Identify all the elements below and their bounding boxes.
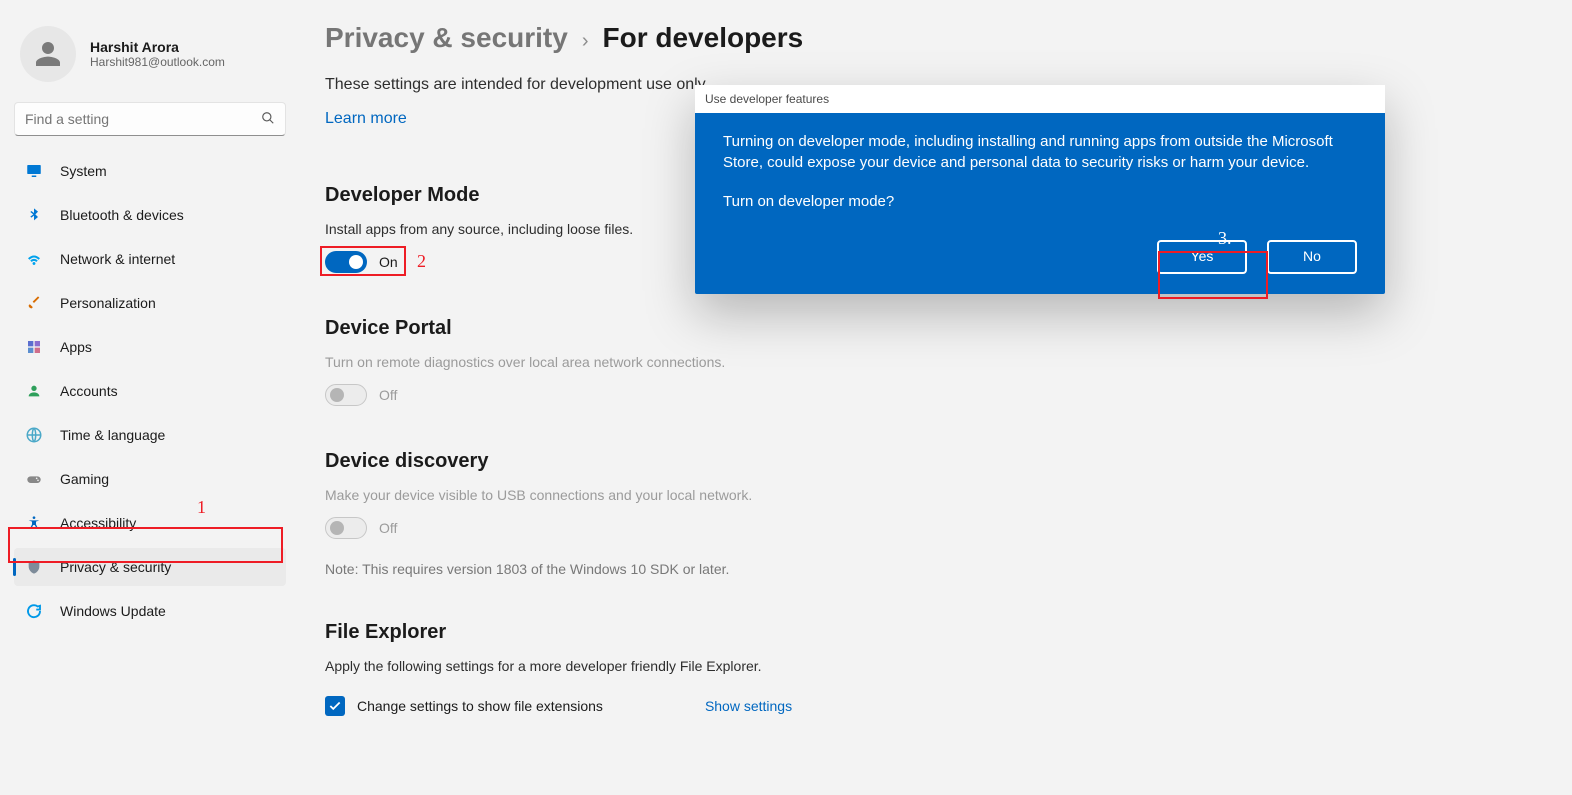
- wifi-icon: [24, 249, 44, 269]
- shield-icon: [24, 557, 44, 577]
- device-portal-toggle-row: Off: [325, 384, 1385, 406]
- section-title: File Explorer: [325, 621, 1385, 644]
- brush-icon: [24, 293, 44, 313]
- sidebar-item-time-language[interactable]: Time & language: [14, 416, 286, 454]
- file-ext-checkbox[interactable]: [325, 696, 345, 716]
- accessibility-icon: [24, 513, 44, 533]
- device-portal-toggle[interactable]: [325, 384, 367, 406]
- device-discovery-toggle[interactable]: [325, 517, 367, 539]
- learn-more-link[interactable]: Learn more: [325, 110, 407, 128]
- checkbox-label: Change settings to show file extensions: [357, 698, 603, 714]
- sidebar-item-label: Privacy & security: [60, 559, 171, 575]
- bluetooth-icon: [24, 205, 44, 225]
- dev-features-dialog: Use developer features Turning on develo…: [695, 85, 1385, 294]
- sidebar-item-windows-update[interactable]: Windows Update: [14, 592, 286, 630]
- dialog-body: Turning on developer mode, including ins…: [695, 113, 1385, 294]
- annotation-label-1: 1: [197, 497, 206, 518]
- section-device-discovery: Device discovery Make your device visibl…: [325, 450, 1385, 577]
- globe-icon: [24, 425, 44, 445]
- apps-icon: [24, 337, 44, 357]
- sidebar-item-apps[interactable]: Apps: [14, 328, 286, 366]
- sidebar-item-system[interactable]: System: [14, 152, 286, 190]
- dev-mode-toggle[interactable]: [325, 251, 367, 273]
- toggle-state-label: Off: [379, 520, 397, 536]
- search-box[interactable]: [14, 102, 286, 136]
- search-icon: [261, 111, 275, 128]
- sidebar-item-label: Bluetooth & devices: [60, 207, 184, 223]
- section-note: Note: This requires version 1803 of the …: [325, 561, 1385, 577]
- sidebar-item-label: Gaming: [60, 471, 109, 487]
- sidebar: Harshit Arora Harshit981@outlook.com Sys…: [0, 0, 300, 795]
- dialog-text-1: Turning on developer mode, including ins…: [723, 131, 1357, 173]
- annotation-label-2: 2: [417, 251, 426, 272]
- sidebar-item-label: Windows Update: [60, 603, 166, 619]
- avatar: [20, 26, 76, 82]
- section-file-explorer: File Explorer Apply the following settin…: [325, 621, 1385, 716]
- sidebar-item-label: Personalization: [60, 295, 156, 311]
- breadcrumb-current: For developers: [602, 22, 803, 54]
- profile-block[interactable]: Harshit Arora Harshit981@outlook.com: [14, 20, 286, 98]
- dialog-text-2: Turn on developer mode?: [723, 191, 1357, 212]
- sidebar-item-personalization[interactable]: Personalization: [14, 284, 286, 322]
- section-title: Device Portal: [325, 317, 1385, 340]
- sidebar-item-accounts[interactable]: Accounts: [14, 372, 286, 410]
- device-discovery-toggle-row: Off: [325, 517, 1385, 539]
- profile-name: Harshit Arora: [90, 39, 225, 55]
- section-title: Device discovery: [325, 450, 1385, 473]
- display-icon: [24, 161, 44, 181]
- section-subtitle: Make your device visible to USB connecti…: [325, 487, 1385, 503]
- gaming-icon: [24, 469, 44, 489]
- dialog-yes-button[interactable]: Yes: [1157, 240, 1247, 274]
- file-ext-row: Change settings to show file extensions …: [325, 696, 1385, 716]
- sidebar-item-privacy-security[interactable]: Privacy & security: [14, 548, 286, 586]
- annotation-label-3: 3.: [1218, 228, 1232, 249]
- update-icon: [24, 601, 44, 621]
- breadcrumb: Privacy & security › For developers: [325, 22, 1385, 54]
- sidebar-item-gaming[interactable]: Gaming: [14, 460, 286, 498]
- nav-list: System Bluetooth & devices Network & inter…: [14, 152, 286, 630]
- toggle-state-label: Off: [379, 387, 397, 403]
- search-input[interactable]: [25, 111, 261, 127]
- sidebar-item-label: Network & internet: [60, 251, 175, 267]
- chevron-right-icon: ›: [582, 30, 589, 53]
- sidebar-item-bluetooth-devices[interactable]: Bluetooth & devices: [14, 196, 286, 234]
- person-icon: [32, 38, 64, 70]
- sidebar-item-network-internet[interactable]: Network & internet: [14, 240, 286, 278]
- sidebar-item-label: System: [60, 163, 107, 179]
- breadcrumb-parent[interactable]: Privacy & security: [325, 22, 568, 54]
- dialog-title-bar: Use developer features: [695, 85, 1385, 113]
- dialog-no-button[interactable]: No: [1267, 240, 1357, 274]
- sidebar-item-label: Accessibility: [60, 515, 136, 531]
- section-device-portal: Device Portal Turn on remote diagnostics…: [325, 317, 1385, 406]
- intro-text: These settings are intended for developm…: [325, 76, 709, 93]
- sidebar-item-accessibility[interactable]: Accessibility: [14, 504, 286, 542]
- dialog-buttons: Yes No: [723, 240, 1357, 274]
- show-settings-link[interactable]: Show settings: [705, 698, 792, 714]
- section-subtitle: Apply the following settings for a more …: [325, 658, 1385, 674]
- sidebar-item-label: Accounts: [60, 383, 118, 399]
- profile-email: Harshit981@outlook.com: [90, 55, 225, 69]
- person-icon: [24, 381, 44, 401]
- profile-text: Harshit Arora Harshit981@outlook.com: [90, 39, 225, 69]
- check-icon: [328, 699, 342, 713]
- section-subtitle: Turn on remote diagnostics over local ar…: [325, 354, 1385, 370]
- toggle-state-label: On: [379, 254, 398, 270]
- sidebar-item-label: Time & language: [60, 427, 165, 443]
- sidebar-item-label: Apps: [60, 339, 92, 355]
